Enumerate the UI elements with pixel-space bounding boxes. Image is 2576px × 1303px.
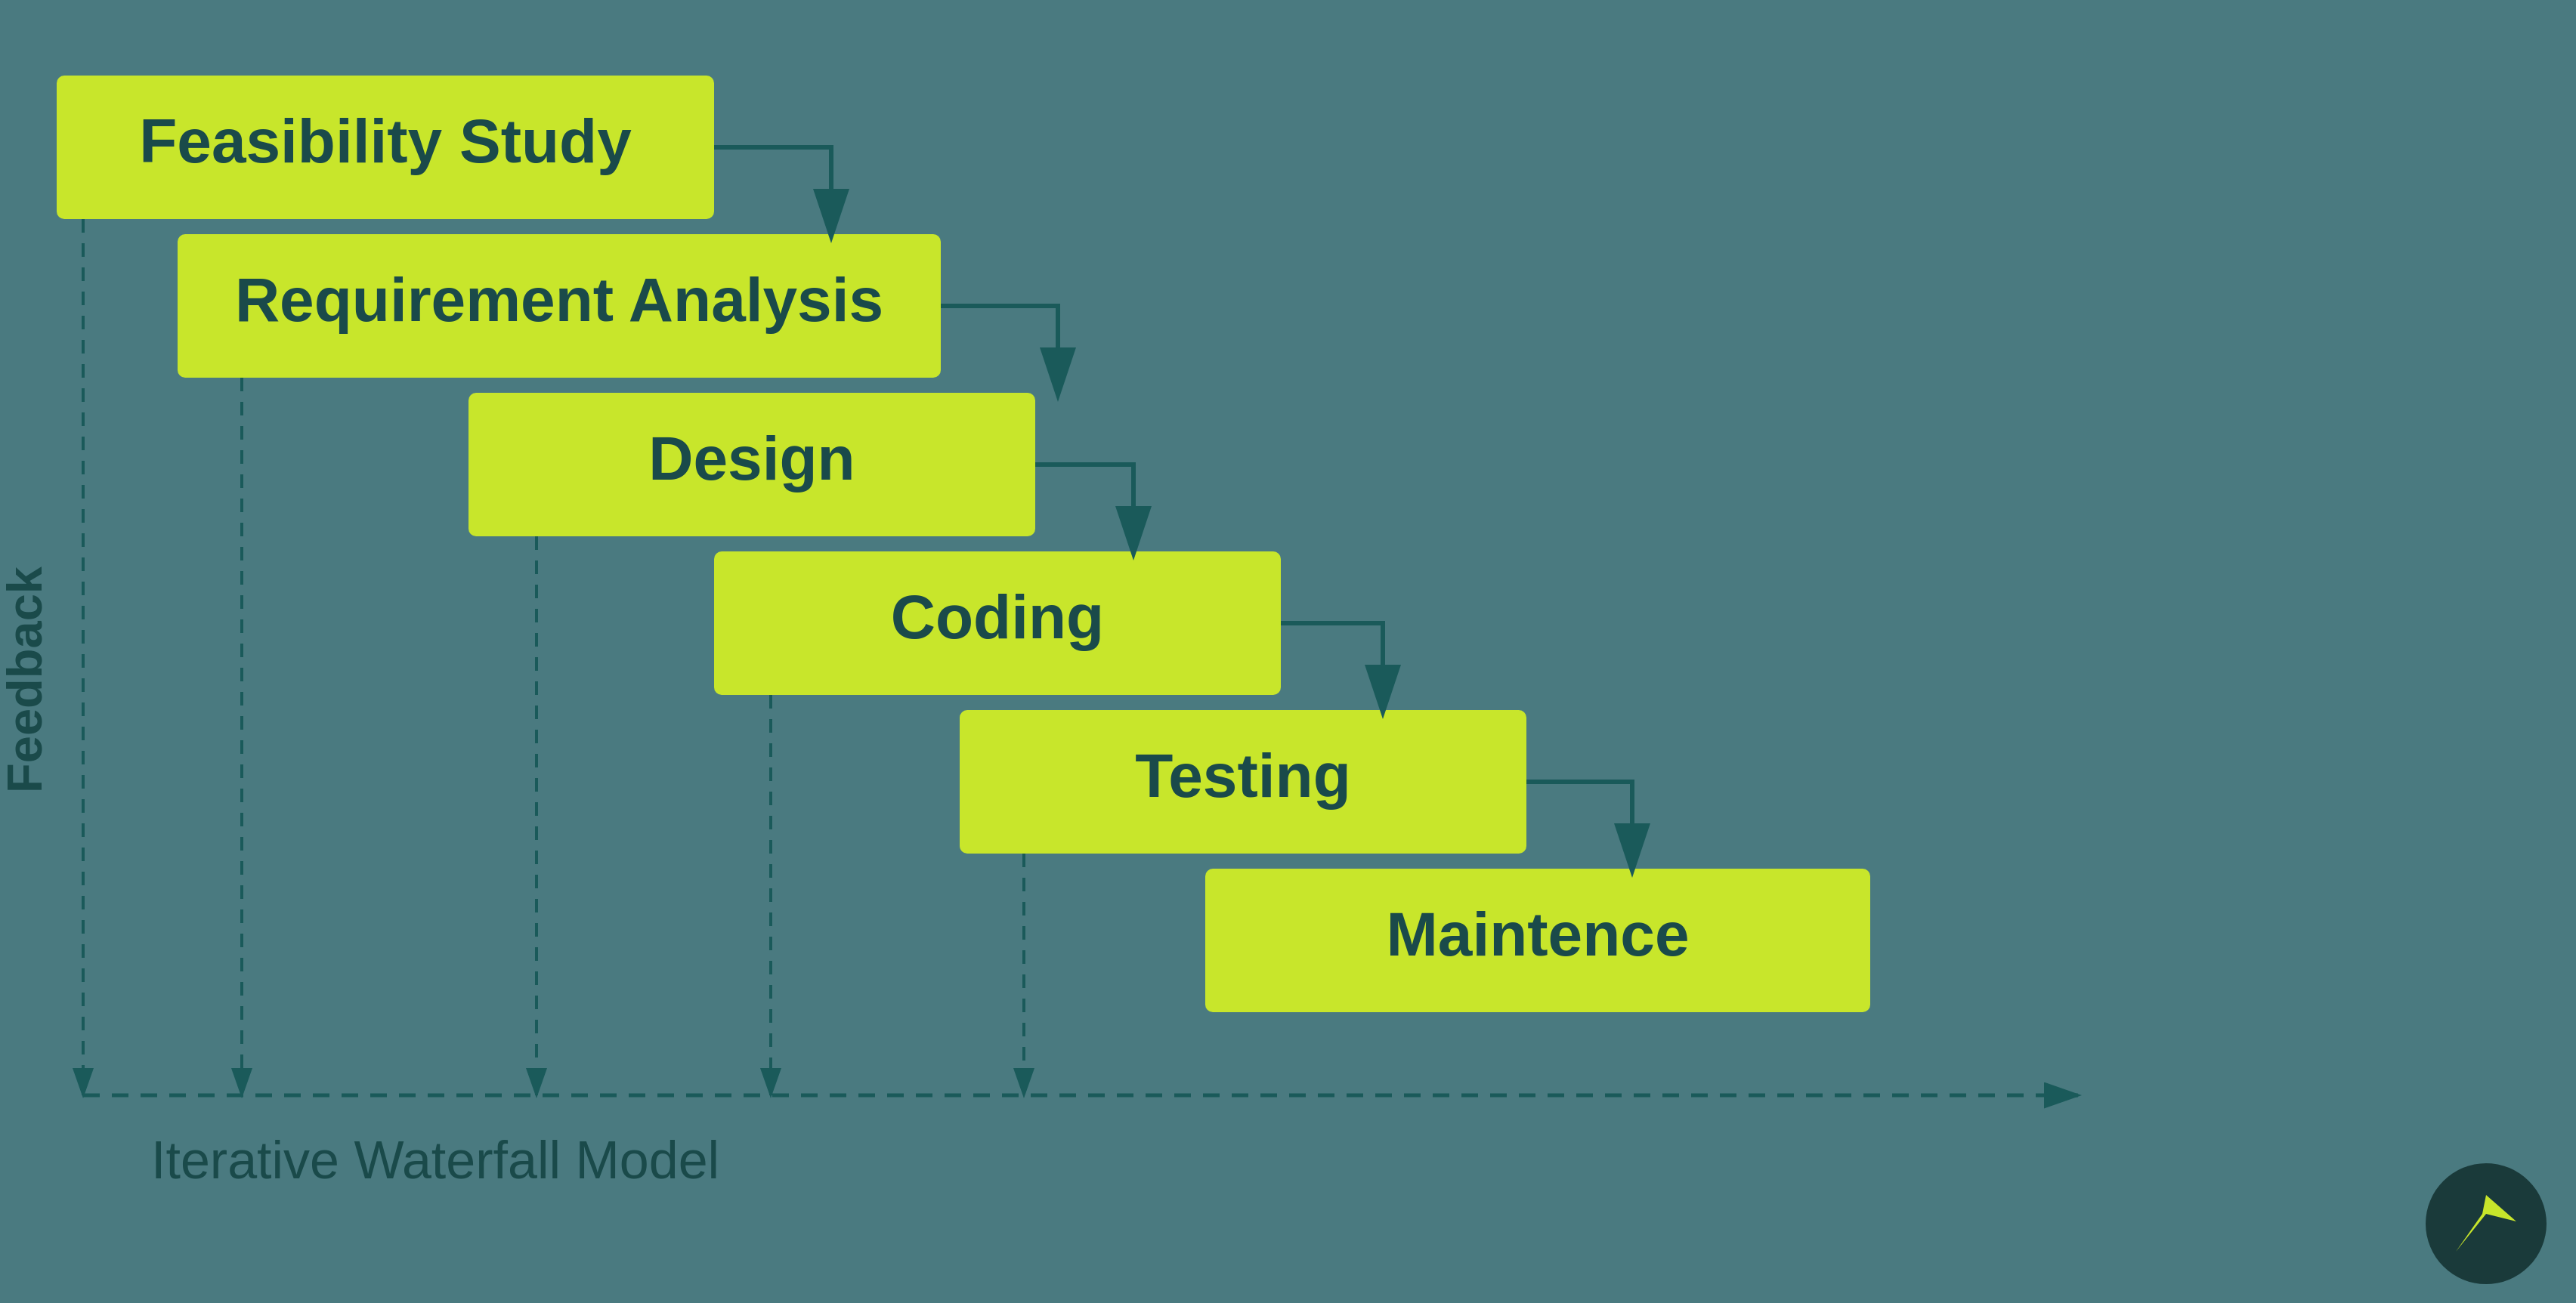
- diagram-container: Feasibility Study Requirement Analysis D…: [0, 0, 2576, 1303]
- testing-label: Testing: [1135, 741, 1350, 810]
- logo-circle: [2426, 1163, 2547, 1284]
- design-label: Design: [648, 424, 855, 492]
- feedback-text: Feedback: [0, 566, 52, 793]
- bottom-model-label: Iterative Waterfall Model: [151, 1131, 719, 1190]
- maintenance-label: Maintence: [1387, 900, 1690, 968]
- feasibility-label: Feasibility Study: [139, 107, 632, 175]
- coding-label: Coding: [891, 582, 1104, 651]
- requirement-label: Requirement Analysis: [235, 265, 883, 334]
